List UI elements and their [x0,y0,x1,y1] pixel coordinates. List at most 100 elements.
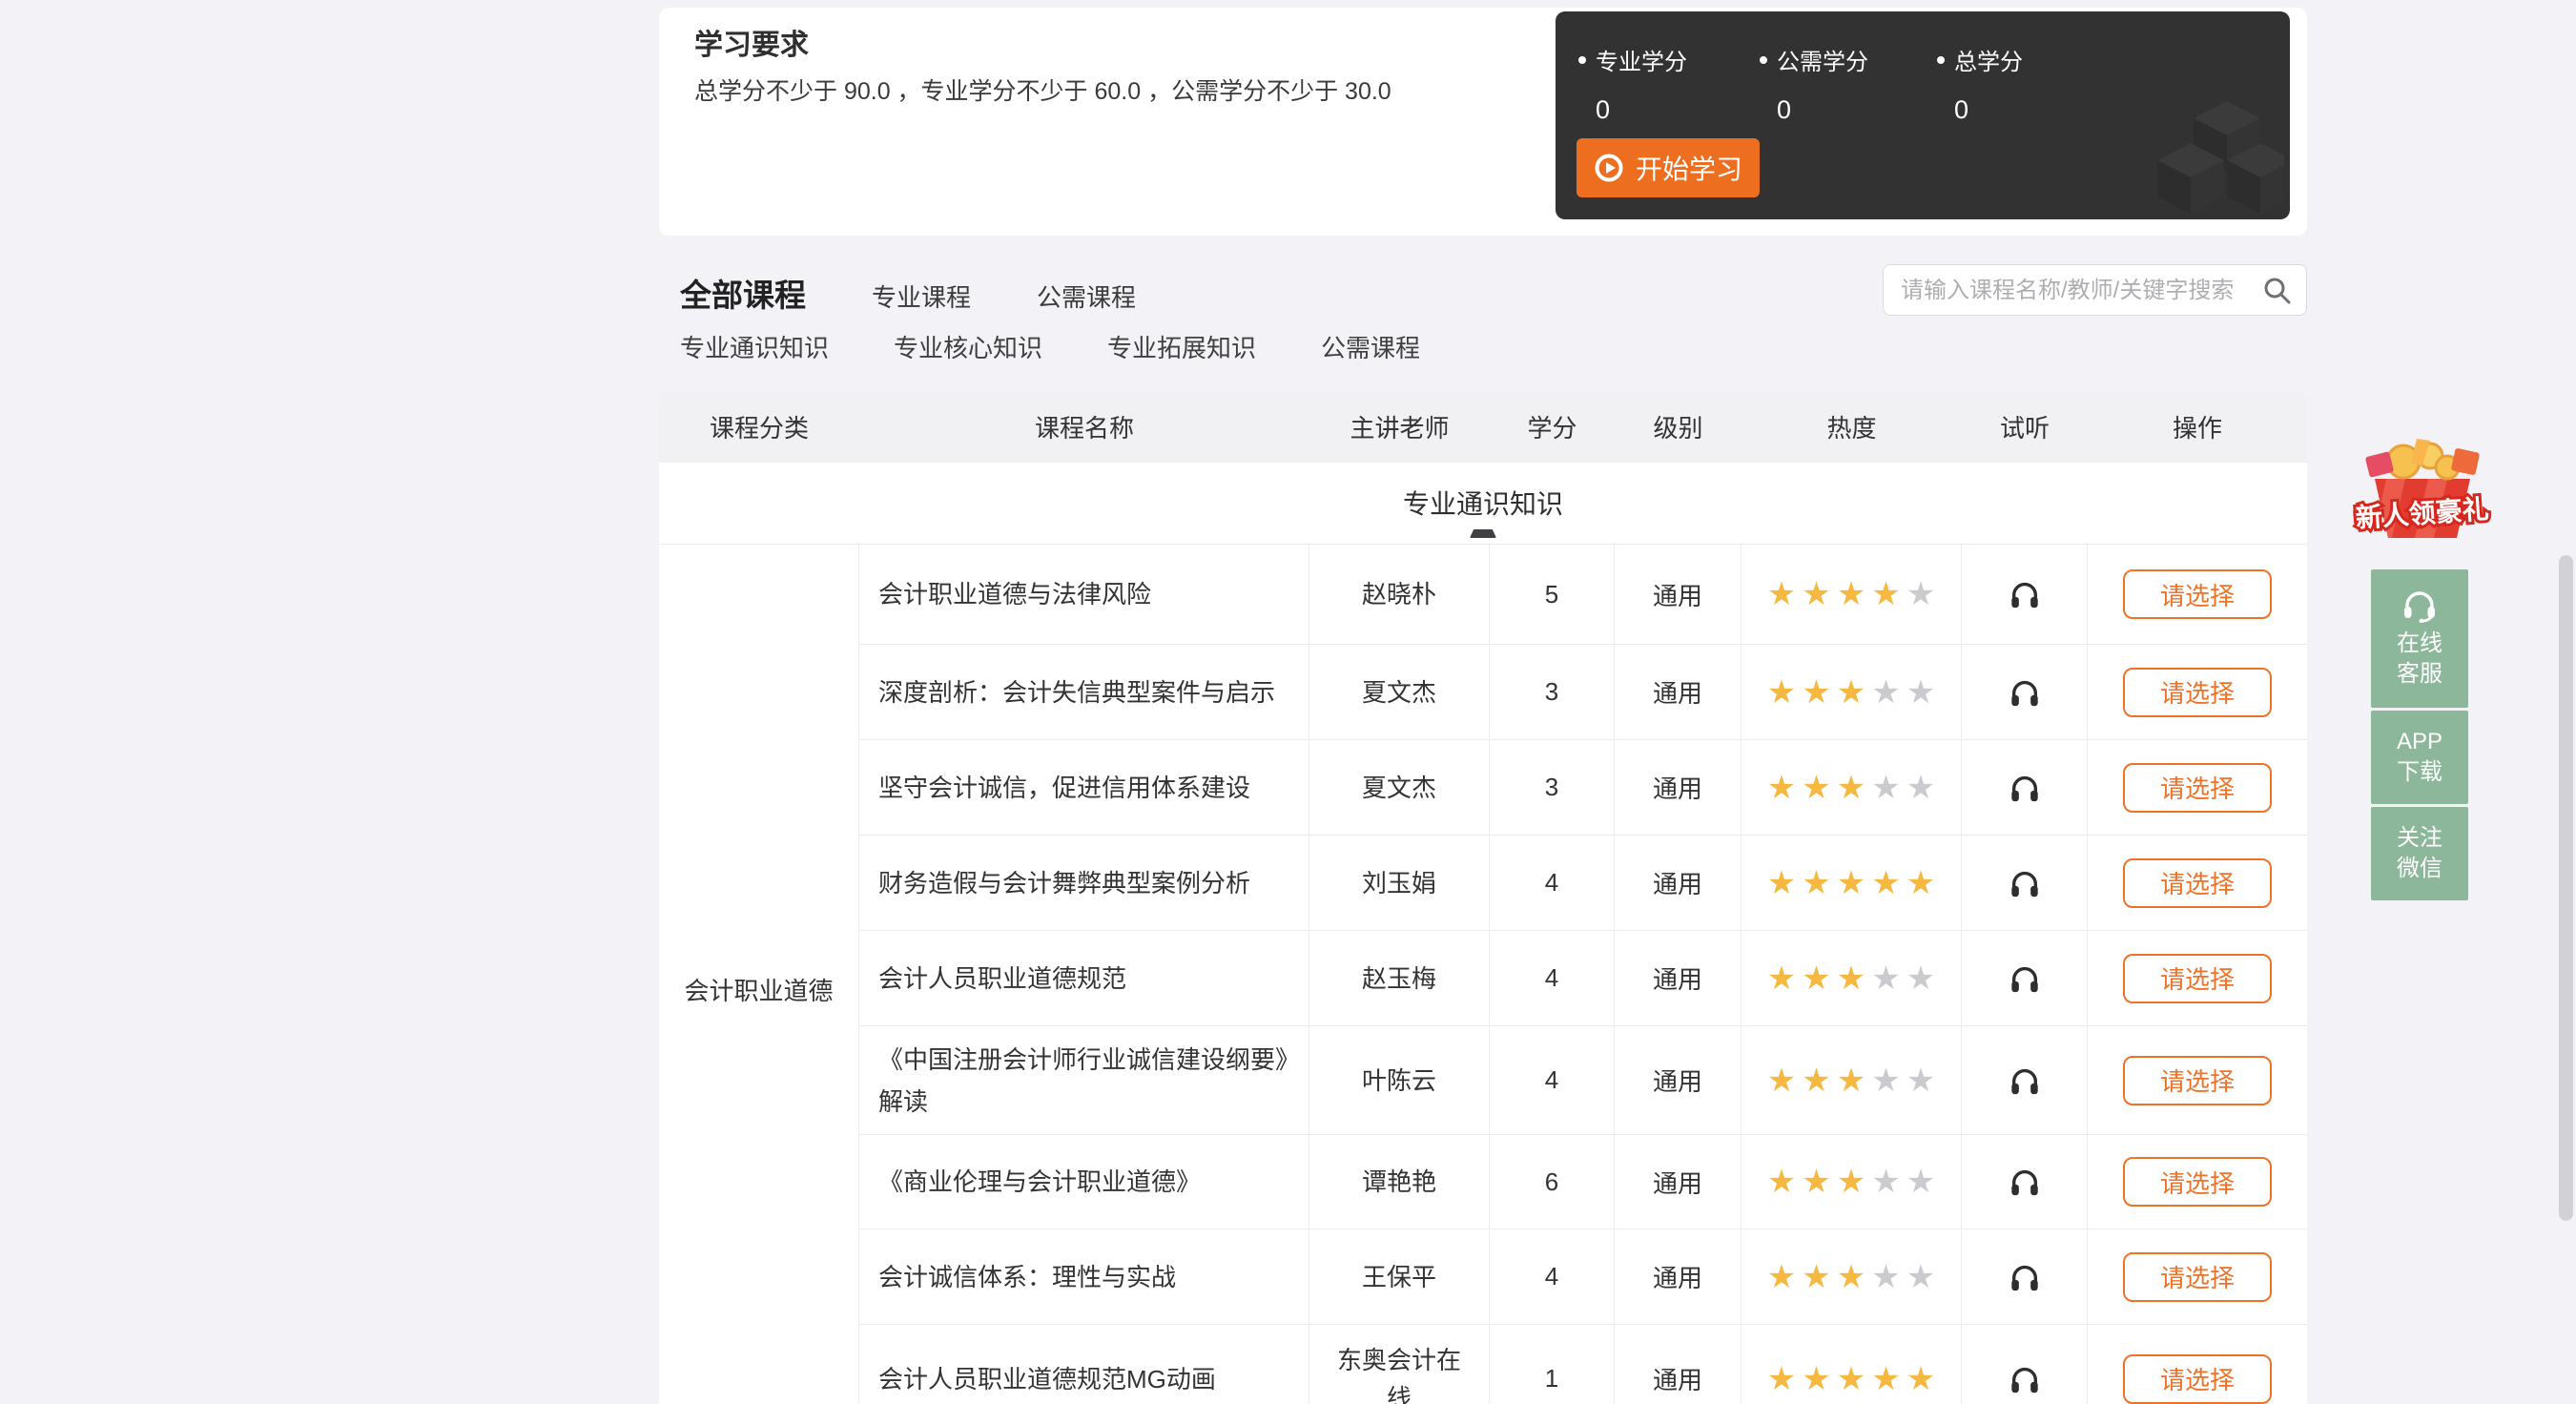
star-icon: ★ [1802,575,1830,613]
sub-tab-3[interactable]: 公需课程 [1321,329,1420,364]
star-icon: ★ [1767,1062,1796,1100]
action-cell: 请选择 [2088,740,2307,835]
star-icon: ★ [1802,1163,1830,1201]
star-icon: ★ [1906,1258,1935,1296]
star-icon: ★ [1871,1258,1900,1296]
newcomer-gift-badge[interactable]: 新人领豪礼 [2346,431,2499,546]
table-row: 财务造假与会计舞弊典型案例分析刘玉娟4通用★★★★★请选择 [859,836,2307,931]
action-cell: 请选择 [2088,1229,2307,1324]
start-learning-label: 开始学习 [1636,149,1742,187]
star-icon: ★ [1871,1360,1900,1398]
course-name-cell: 坚守会计诚信，促进信用体系建设 [859,740,1309,835]
select-course-button[interactable]: 请选择 [2123,569,2272,619]
search-icon[interactable] [2262,276,2293,306]
audition-cell[interactable] [1962,545,2088,644]
main-tab-0[interactable]: 全部课程 [680,270,806,316]
credits-cell: 3 [1490,740,1615,835]
audition-cell[interactable] [1962,740,2088,835]
select-course-button[interactable]: 请选择 [2123,1056,2272,1105]
star-icon: ★ [1767,1258,1796,1296]
course-table-body: 会计职业道德 会计职业道德与法律风险赵晓朴5通用★★★★★请选择深度剖析：会计失… [659,545,2307,1404]
teacher-cell: 王保平 [1309,1229,1490,1324]
course-name-cell: 财务造假与会计舞弊典型案例分析 [859,836,1309,930]
star-icon: ★ [1871,1062,1900,1100]
headphone-icon [2009,867,2041,899]
sub-tab-2[interactable]: 专业拓展知识 [1107,329,1256,364]
audition-cell[interactable] [1962,1229,2088,1324]
star-icon: ★ [1767,673,1796,712]
audition-cell[interactable] [1962,1026,2088,1134]
stat-label: 总学分 [1954,43,2023,76]
bullet-dot [1760,56,1767,64]
level-cell: 通用 [1615,1135,1741,1228]
course-name-cell: 会计人员职业道德规范MG动画 [859,1325,1309,1404]
course-name-cell: 深度剖析：会计失信典型案件与启示 [859,645,1309,739]
stat-value: 0 [1578,95,1687,125]
star-icon: ★ [1837,575,1865,613]
section-row: 专业通识知识 [659,463,2307,545]
start-learning-button[interactable]: 开始学习 [1577,138,1760,197]
sidebar-button-label: 关注 微信 [2397,823,2442,884]
audition-cell[interactable] [1962,836,2088,930]
headphone-icon [2009,1261,2041,1293]
select-course-button[interactable]: 请选择 [2123,858,2272,908]
cubes-decoration [2122,84,2284,219]
star-icon: ★ [1767,1360,1796,1398]
star-icon: ★ [1802,960,1830,998]
rating-cell: ★★★★★ [1741,1229,1962,1324]
audition-cell[interactable] [1962,645,2088,739]
main-tab-2[interactable]: 公需课程 [1037,279,1136,314]
star-icon: ★ [1802,673,1830,712]
teacher-cell: 夏文杰 [1309,645,1490,739]
star-icon: ★ [1906,575,1935,613]
category-cell: 会计职业道德 [659,545,859,1404]
bullet-dot [1937,56,1945,64]
select-course-button[interactable]: 请选择 [2123,1252,2272,1302]
select-course-button[interactable]: 请选择 [2123,954,2272,1003]
star-icon: ★ [1802,1258,1830,1296]
rating-cell: ★★★★★ [1741,740,1962,835]
star-icon: ★ [1906,1163,1935,1201]
main-tab-1[interactable]: 专业课程 [872,279,971,314]
star-icon: ★ [1837,864,1865,902]
search-input[interactable] [1899,265,2246,317]
action-cell: 请选择 [2088,545,2307,644]
star-icon: ★ [1906,1062,1935,1100]
sidebar-button-label: 在线 客服 [2397,629,2442,690]
star-icon: ★ [1802,1360,1830,1398]
table-row: 坚守会计诚信，促进信用体系建设夏文杰3通用★★★★★请选择 [859,740,2307,836]
header-cell-1: 课程名称 [859,409,1309,444]
sub-tab-0[interactable]: 专业通识知识 [680,329,829,364]
audition-cell[interactable] [1962,931,2088,1025]
star-icon: ★ [1767,864,1796,902]
credits-cell: 4 [1490,931,1615,1025]
requirements-text: 总学分不少于 90.0 ，专业学分不少于 60.0 ，公需学分不少于 30.0 [694,72,1391,107]
vertical-scrollbar-thumb[interactable] [2559,555,2573,1221]
select-course-button[interactable]: 请选择 [2123,668,2272,717]
credits-cell: 4 [1490,836,1615,930]
table-row: 《商业伦理与会计职业道德》谭艳艳6通用★★★★★请选择 [859,1135,2307,1229]
action-cell: 请选择 [2088,1026,2307,1134]
course-search-box [1883,264,2307,316]
teacher-cell: 夏文杰 [1309,740,1490,835]
rating-cell: ★★★★★ [1741,645,1962,739]
follow-wechat-button[interactable]: 关注 微信 [2371,807,2468,900]
action-cell: 请选择 [2088,1325,2307,1404]
select-course-button[interactable]: 请选择 [2123,763,2272,813]
stat-value: 0 [1760,95,1868,125]
star-icon: ★ [1837,673,1865,712]
action-cell: 请选择 [2088,836,2307,930]
select-course-button[interactable]: 请选择 [2123,1157,2272,1207]
star-icon: ★ [1837,1163,1865,1201]
headphone-icon [2009,962,2041,995]
audition-cell[interactable] [1962,1135,2088,1228]
audition-cell[interactable] [1962,1325,2088,1404]
online-service-button[interactable]: 在线 客服 [2371,569,2468,708]
app-download-button[interactable]: APP 下载 [2371,711,2468,804]
table-row: 会计人员职业道德规范MG动画东奥会计在线1通用★★★★★请选择 [859,1325,2307,1404]
table-row: 《中国注册会计师行业诚信建设纲要》解读叶陈云4通用★★★★★请选择 [859,1026,2307,1135]
action-cell: 请选择 [2088,931,2307,1025]
teacher-cell: 谭艳艳 [1309,1135,1490,1228]
sub-tab-1[interactable]: 专业核心知识 [894,329,1042,364]
select-course-button[interactable]: 请选择 [2123,1354,2272,1404]
